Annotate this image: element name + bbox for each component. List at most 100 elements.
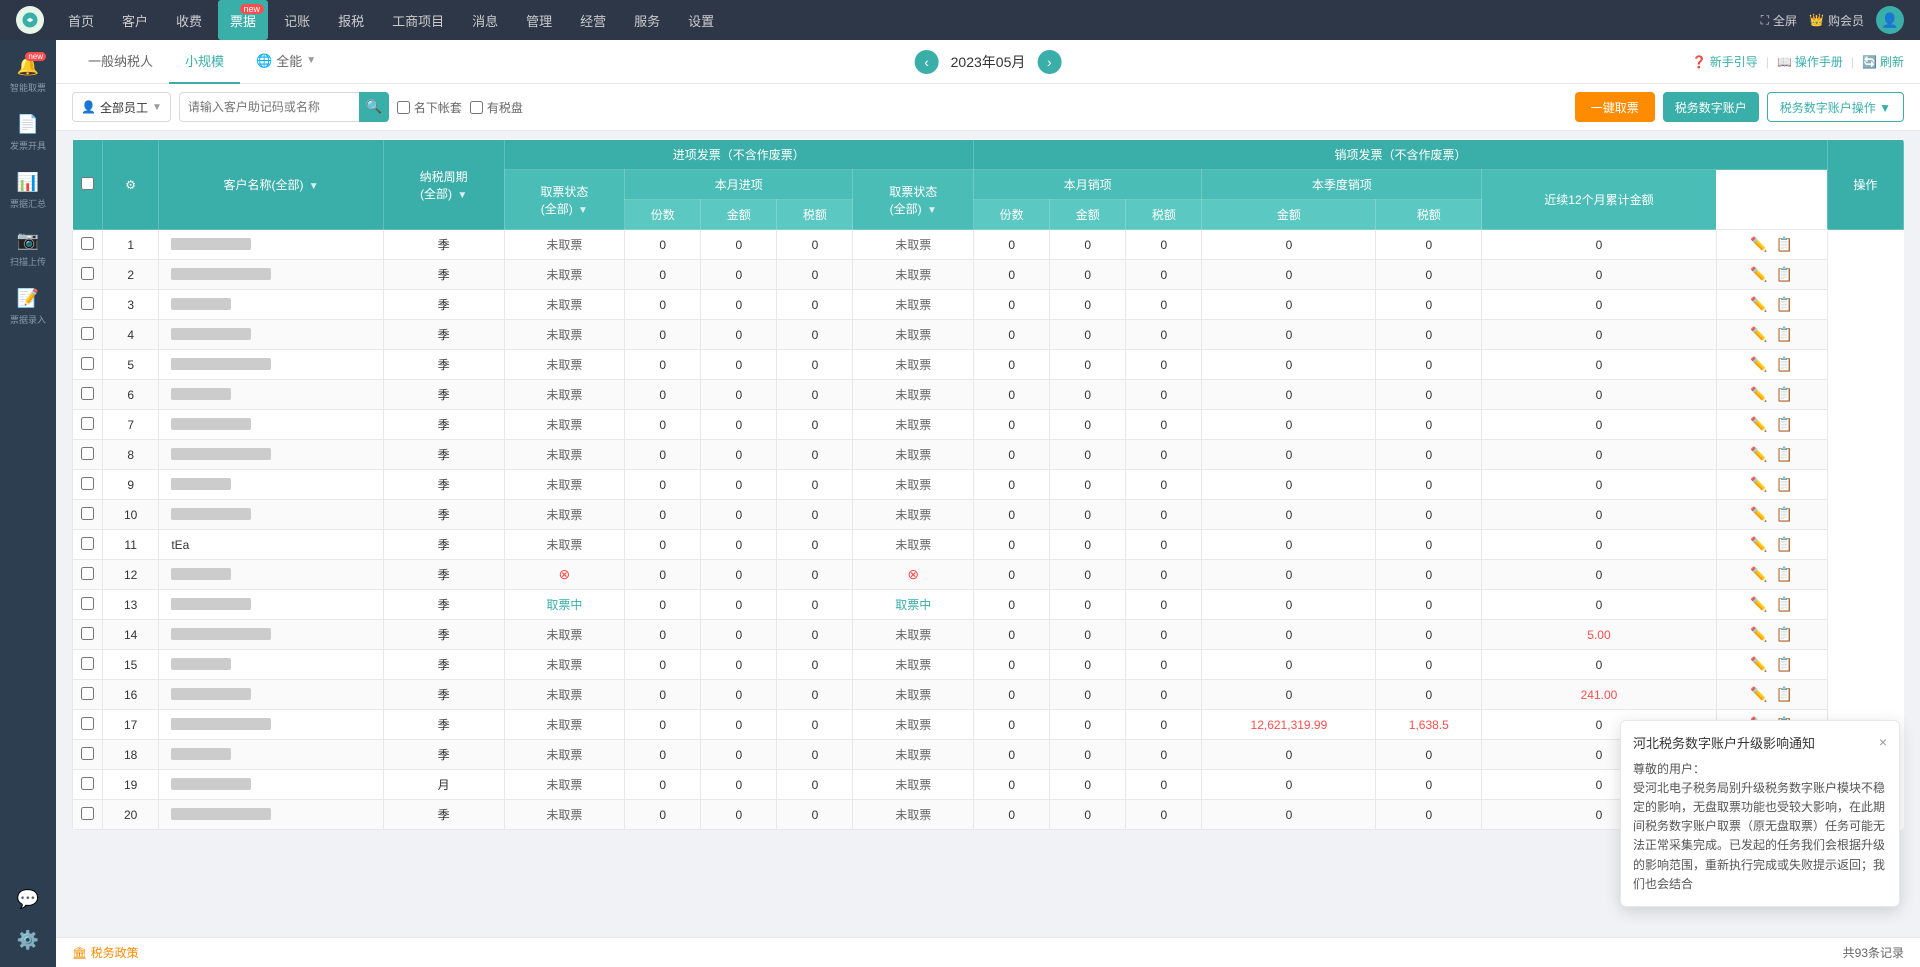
row-checkbox[interactable] <box>81 567 94 580</box>
edit-icon[interactable]: ✏️ <box>1750 326 1767 343</box>
fullscreen-btn[interactable]: ⛶ 全屏 <box>1761 12 1797 29</box>
nav-item-settings[interactable]: 设置 <box>676 0 726 40</box>
copy-icon[interactable]: 📋 <box>1776 506 1793 523</box>
check-tax-label[interactable]: 有税盘 <box>470 99 523 116</box>
row-in-status-cell: 未取票 <box>504 620 625 650</box>
nav-item-bookkeeping[interactable]: 记账 <box>272 0 322 40</box>
sidebar-item-open-invoice[interactable]: 📄 发票开具 <box>4 106 52 160</box>
edit-icon[interactable]: ✏️ <box>1750 296 1767 313</box>
edit-icon[interactable]: ✏️ <box>1750 566 1767 583</box>
edit-icon[interactable]: ✏️ <box>1750 596 1767 613</box>
row-checkbox[interactable] <box>81 297 94 310</box>
row-out-status-cell: 未取票 <box>853 230 974 260</box>
copy-icon[interactable]: 📋 <box>1776 596 1793 613</box>
next-period-btn[interactable]: › <box>1037 50 1061 74</box>
copy-icon[interactable]: 📋 <box>1776 656 1793 673</box>
search-button[interactable]: 🔍 <box>359 92 389 122</box>
nav-item-manage[interactable]: 管理 <box>514 0 564 40</box>
check-tax-checkbox[interactable] <box>470 101 483 114</box>
row-checkbox[interactable] <box>81 777 94 790</box>
notif-close-btn[interactable]: × <box>1879 734 1887 750</box>
vip-btn[interactable]: 👑 购会员 <box>1809 12 1864 29</box>
row-in-status-cell: 未取票 <box>504 740 625 770</box>
copy-icon[interactable]: 📋 <box>1776 686 1793 703</box>
edit-icon[interactable]: ✏️ <box>1750 656 1767 673</box>
sidebar-item-invoice-entry[interactable]: 📝 票据录入 <box>4 280 52 334</box>
copy-icon[interactable]: 📋 <box>1776 236 1793 253</box>
row-checkbox[interactable] <box>81 267 94 280</box>
sidebar-item-chat[interactable]: 💬 <box>4 881 52 918</box>
row-checkbox[interactable] <box>81 717 94 730</box>
edit-icon[interactable]: ✏️ <box>1750 386 1767 403</box>
row-checkbox[interactable] <box>81 387 94 400</box>
edit-icon[interactable]: ✏️ <box>1750 626 1767 643</box>
copy-icon[interactable]: 📋 <box>1776 386 1793 403</box>
edit-icon[interactable]: ✏️ <box>1750 356 1767 373</box>
copy-icon[interactable]: 📋 <box>1776 266 1793 283</box>
row-rolling12-cell: 0 <box>1482 440 1716 470</box>
search-input[interactable] <box>179 92 359 122</box>
nav-item-operations[interactable]: 经营 <box>568 0 618 40</box>
copy-icon[interactable]: 📋 <box>1776 566 1793 583</box>
nav-item-fee[interactable]: 收费 <box>164 0 214 40</box>
check-ledger-checkbox[interactable] <box>397 101 410 114</box>
select-all-checkbox[interactable] <box>81 177 94 190</box>
tab-all[interactable]: 🌐 全能 ▼ <box>240 40 332 84</box>
row-checkbox[interactable] <box>81 447 94 460</box>
nav-item-service[interactable]: 服务 <box>622 0 672 40</box>
row-checkbox[interactable] <box>81 237 94 250</box>
user-avatar[interactable]: 👤 <box>1876 6 1904 34</box>
copy-icon[interactable]: 📋 <box>1776 416 1793 433</box>
tax-digital-btn[interactable]: 税务数字账户 <box>1663 92 1759 122</box>
row-checkbox[interactable] <box>81 507 94 520</box>
edit-icon[interactable]: ✏️ <box>1750 686 1767 703</box>
tax-digital-ops-btn[interactable]: 税务数字账户操作 ▼ <box>1767 92 1904 122</box>
row-checkbox[interactable] <box>81 417 94 430</box>
row-checkbox[interactable] <box>81 477 94 490</box>
copy-icon[interactable]: 📋 <box>1776 536 1793 553</box>
copy-icon[interactable]: 📋 <box>1776 326 1793 343</box>
manual-btn[interactable]: 📖 操作手册 <box>1777 53 1843 70</box>
copy-icon[interactable]: 📋 <box>1776 296 1793 313</box>
tax-policy-link[interactable]: 🏛 税务政策 <box>72 944 139 961</box>
edit-icon[interactable]: ✏️ <box>1750 266 1767 283</box>
copy-icon[interactable]: 📋 <box>1776 356 1793 373</box>
copy-icon[interactable]: 📋 <box>1776 446 1793 463</box>
row-checkbox[interactable] <box>81 537 94 550</box>
copy-icon[interactable]: 📋 <box>1776 476 1793 493</box>
edit-icon[interactable]: ✏️ <box>1750 506 1767 523</box>
nav-item-home[interactable]: 首页 <box>56 0 106 40</box>
row-checkbox[interactable] <box>81 657 94 670</box>
sidebar-item-scan-upload[interactable]: 📷 扫描上传 <box>4 222 52 276</box>
refresh-btn[interactable]: 🔄 刷新 <box>1862 53 1904 70</box>
sidebar-item-invoice-summary[interactable]: 📊 票据汇总 <box>4 164 52 218</box>
edit-icon[interactable]: ✏️ <box>1750 416 1767 433</box>
edit-icon[interactable]: ✏️ <box>1750 236 1767 253</box>
nav-item-tax[interactable]: 报税 <box>326 0 376 40</box>
edit-icon[interactable]: ✏️ <box>1750 446 1767 463</box>
row-checkbox[interactable] <box>81 597 94 610</box>
sidebar-item-smart-fetch[interactable]: 🔔 智能取票 new <box>4 48 52 102</box>
tab-general-taxpayer[interactable]: 一般纳税人 <box>72 40 169 84</box>
check-ledger-label[interactable]: 名下帐套 <box>397 99 462 116</box>
sidebar-item-settings[interactable]: ⚙️ <box>4 922 52 959</box>
nav-item-customer[interactable]: 客户 <box>110 0 160 40</box>
copy-icon[interactable]: 📋 <box>1776 626 1793 643</box>
row-checkbox[interactable] <box>81 747 94 760</box>
row-checkbox[interactable] <box>81 687 94 700</box>
row-checkbox[interactable] <box>81 357 94 370</box>
prev-period-btn[interactable]: ‹ <box>915 50 939 74</box>
nav-item-bizproject[interactable]: 工商项目 <box>380 0 456 40</box>
nav-item-message[interactable]: 消息 <box>460 0 510 40</box>
edit-icon[interactable]: ✏️ <box>1750 476 1767 493</box>
row-checkbox[interactable] <box>81 627 94 640</box>
nav-item-invoice[interactable]: 票据 new <box>218 0 268 40</box>
row-out-count-cell: 0 <box>974 650 1050 680</box>
employee-select[interactable]: 👤 全部员工 ▼ <box>72 92 171 122</box>
edit-icon[interactable]: ✏️ <box>1750 536 1767 553</box>
one-click-fetch-btn[interactable]: 一键取票 <box>1575 92 1655 122</box>
tab-small-scale[interactable]: 小规模 <box>169 40 240 84</box>
new-guide-btn[interactable]: ❓ 新手引导 <box>1692 53 1758 70</box>
row-checkbox[interactable] <box>81 807 94 820</box>
row-checkbox[interactable] <box>81 327 94 340</box>
